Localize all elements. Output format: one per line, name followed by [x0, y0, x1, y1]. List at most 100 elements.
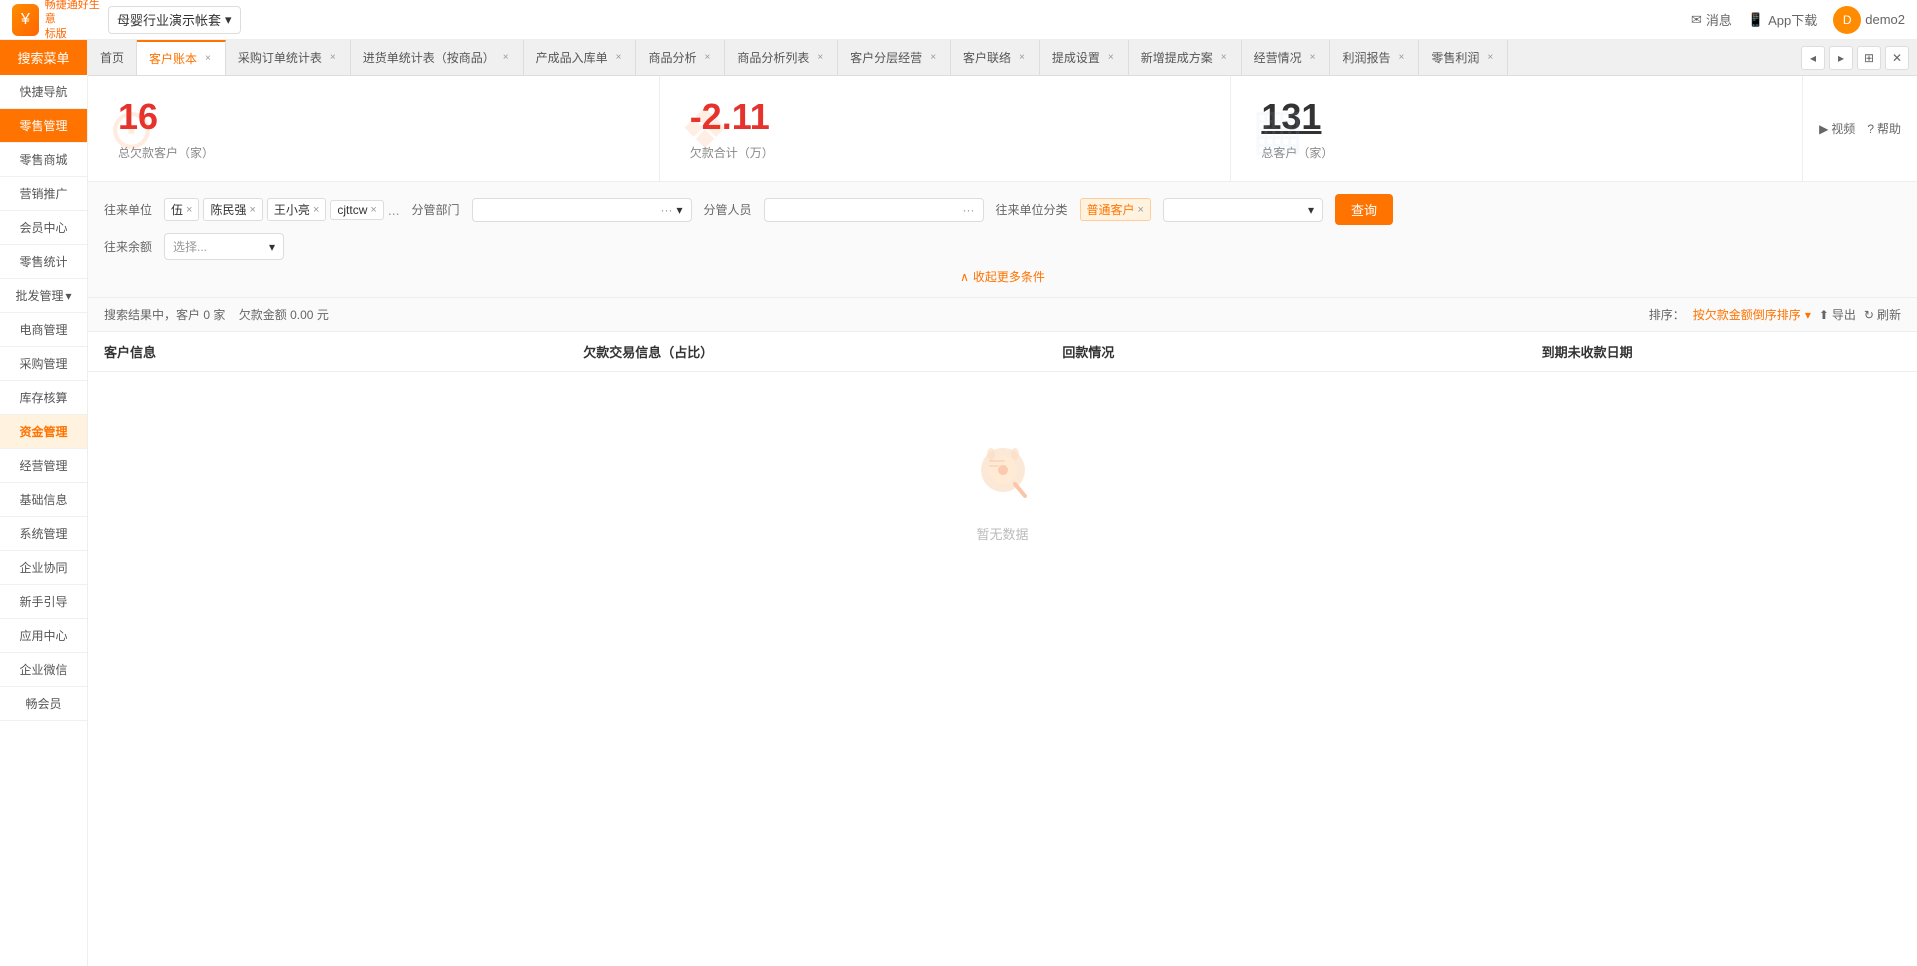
filter-tag-3[interactable]: 王小亮 ×	[267, 198, 326, 221]
logo-icon: ¥	[12, 4, 39, 36]
sort-select[interactable]: 按欠款金额倒序排序 ▾	[1693, 306, 1811, 323]
export-button[interactable]: ⬆ 导出	[1819, 306, 1856, 323]
stat-bg-icon-1: ⊙	[108, 96, 155, 162]
tab-customer-accounts[interactable]: 客户账本 ×	[137, 40, 226, 76]
sidebar-item-ecommerce[interactable]: 电商管理	[0, 313, 87, 347]
sidebar-item-marketing[interactable]: 营销推广	[0, 177, 87, 211]
filter-unit-type-dropdown[interactable]: ▾	[1163, 198, 1323, 222]
tab-product-analysis[interactable]: 商品分析 ×	[636, 40, 725, 76]
tab-close-product-inbound[interactable]: ×	[614, 52, 624, 63]
filter-more-tags[interactable]: ...	[388, 202, 400, 218]
chevron-down-dept: ▾	[676, 203, 682, 217]
tab-purchase-order[interactable]: 采购订单统计表 ×	[226, 40, 351, 76]
sidebar-item-finance[interactable]: 资金管理	[0, 415, 87, 449]
filter-unit-label: 往来单位	[104, 201, 152, 218]
store-selector[interactable]: 母婴行业演示帐套 ▾	[108, 6, 241, 34]
sidebar-item-app-center[interactable]: 应用中心	[0, 619, 87, 653]
app-download-link[interactable]: 📱 App下载	[1748, 10, 1817, 29]
filter-tag-1[interactable]: 伍 ×	[164, 198, 199, 221]
result-actions: 排序： 按欠款金额倒序排序 ▾ ⬆ 导出 ↻ 刷新	[1649, 306, 1901, 323]
header-left: ¥ 畅捷通好生意 标版 母婴行业演示帐套 ▾	[12, 0, 241, 41]
remove-tag-4[interactable]: ×	[370, 204, 376, 216]
tab-product-inbound[interactable]: 产成品入库单 ×	[524, 40, 637, 76]
tab-close-customer-contact[interactable]: ×	[1017, 52, 1027, 63]
video-link[interactable]: ▶ 视频	[1819, 120, 1855, 137]
remove-tag-2[interactable]: ×	[249, 204, 255, 216]
filter-unit-type-ordinary[interactable]: 普通客户 ×	[1080, 198, 1151, 221]
filter-balance-label: 往来余额	[104, 238, 152, 255]
tab-scroll-left[interactable]: ◂	[1801, 46, 1825, 70]
filter-person-select[interactable]: ···	[764, 198, 984, 222]
sidebar-item-basic-info[interactable]: 基础信息	[0, 483, 87, 517]
sidebar-item-operations[interactable]: 经营管理	[0, 449, 87, 483]
help-icon: ?	[1867, 122, 1874, 136]
tab-close-purchase-order[interactable]: ×	[328, 52, 338, 63]
chevron-down-unit-type: ▾	[1308, 203, 1314, 217]
logo-text: 畅捷通好生意 标版	[45, 0, 100, 41]
tab-more[interactable]: ⊞	[1857, 46, 1881, 70]
tab-close-operation-status[interactable]: ×	[1308, 52, 1318, 63]
collapse-btn[interactable]: ∧ 收起更多条件	[104, 268, 1901, 285]
tab-customer-contact[interactable]: 客户联络 ×	[951, 40, 1040, 76]
remove-unit-type[interactable]: ×	[1138, 204, 1144, 216]
col-overdue-date: 到期未收款日期	[1542, 342, 1901, 361]
arrow-icon: ▾	[65, 289, 71, 303]
tab-close-product-analysis[interactable]: ×	[702, 52, 712, 63]
refresh-button[interactable]: ↻ 刷新	[1864, 306, 1901, 323]
filter-row-1: 往来单位 伍 × 陈民强 × 王小亮 ×	[104, 194, 1901, 225]
tab-close-all[interactable]: ✕	[1885, 46, 1909, 70]
remove-tag-3[interactable]: ×	[313, 204, 319, 216]
remove-tag-1[interactable]: ×	[186, 204, 192, 216]
tab-operation-status[interactable]: 经营情况 ×	[1242, 40, 1331, 76]
tab-new-reminder[interactable]: 新增提成方案 ×	[1129, 40, 1242, 76]
refresh-icon: ↻	[1864, 308, 1874, 322]
sidebar-item-member[interactable]: 会员中心	[0, 211, 87, 245]
tab-profit-report[interactable]: 利润报告 ×	[1330, 40, 1419, 76]
export-icon: ⬆	[1819, 308, 1829, 322]
sidebar-item-inventory[interactable]: 库存核算	[0, 381, 87, 415]
filter-dept-label: 分管部门	[411, 201, 459, 218]
filter-dept-select[interactable]: ··· ▾	[472, 198, 692, 222]
filter-tag-4[interactable]: cjttcw ×	[330, 200, 383, 220]
sidebar-item-wholesale[interactable]: 批发管理 ▾	[0, 279, 87, 313]
tab-reminder-settings[interactable]: 提成设置 ×	[1040, 40, 1129, 76]
tab-close-retail-profit[interactable]: ×	[1485, 52, 1495, 63]
messages-link[interactable]: ✉ 消息	[1691, 10, 1732, 29]
filter-dept-more[interactable]: ···	[660, 203, 672, 217]
tab-close-new-reminder[interactable]: ×	[1219, 52, 1229, 63]
sidebar-search[interactable]: 搜索菜单	[0, 40, 87, 75]
tab-home[interactable]: 首页	[88, 40, 137, 76]
app-body: 搜索菜单 快捷导航 零售管理 零售商城 营销推广 会员中心 零售统计 批发管理 …	[0, 40, 1917, 966]
sidebar-item-system[interactable]: 系统管理	[0, 517, 87, 551]
tab-close-product-analysis-list[interactable]: ×	[815, 52, 825, 63]
tab-product-analysis-list[interactable]: 商品分析列表 ×	[725, 40, 838, 76]
sidebar-item-retail-stats[interactable]: 零售统计	[0, 245, 87, 279]
sidebar-item-quick-nav[interactable]: 快捷导航	[0, 75, 87, 109]
filter-balance-select[interactable]: 选择... ▾	[164, 233, 284, 260]
tab-close-customer-layered[interactable]: ×	[928, 52, 938, 63]
stat-bg-icon-2: ❖	[680, 96, 730, 162]
sidebar-item-purchase[interactable]: 采购管理	[0, 347, 87, 381]
sidebar-item-enterprise-wechat[interactable]: 企业微信	[0, 653, 87, 687]
tab-customer-layered[interactable]: 客户分层经营 ×	[838, 40, 951, 76]
tab-close-reminder-settings[interactable]: ×	[1106, 52, 1116, 63]
user-profile[interactable]: D demo2	[1833, 6, 1905, 34]
sidebar-item-retail-mall[interactable]: 零售商城	[0, 143, 87, 177]
tab-inbound-stats[interactable]: 进货单统计表（按商品） ×	[351, 40, 524, 76]
filter-tag-2[interactable]: 陈民强 ×	[203, 198, 262, 221]
sidebar-item-vip-member[interactable]: 畅会员	[0, 687, 87, 721]
tab-scroll-right[interactable]: ▸	[1829, 46, 1853, 70]
query-button[interactable]: 查询	[1335, 194, 1393, 225]
tab-close-profit-report[interactable]: ×	[1396, 52, 1406, 63]
tab-close-inbound-stats[interactable]: ×	[501, 52, 511, 63]
col-repayment: 回款情况	[1062, 342, 1541, 361]
filter-person-more[interactable]: ···	[963, 203, 975, 217]
chevron-up-icon: ∧	[960, 270, 969, 284]
help-link[interactable]: ? 帮助	[1867, 120, 1901, 137]
sidebar-item-new-guide[interactable]: 新手引导	[0, 585, 87, 619]
tab-retail-profit[interactable]: 零售利润 ×	[1419, 40, 1508, 76]
download-icon: 📱	[1748, 12, 1764, 28]
sidebar-item-enterprise-coop[interactable]: 企业协同	[0, 551, 87, 585]
tab-close-customer-accounts[interactable]: ×	[203, 53, 213, 64]
sidebar-item-retail[interactable]: 零售管理	[0, 109, 87, 143]
